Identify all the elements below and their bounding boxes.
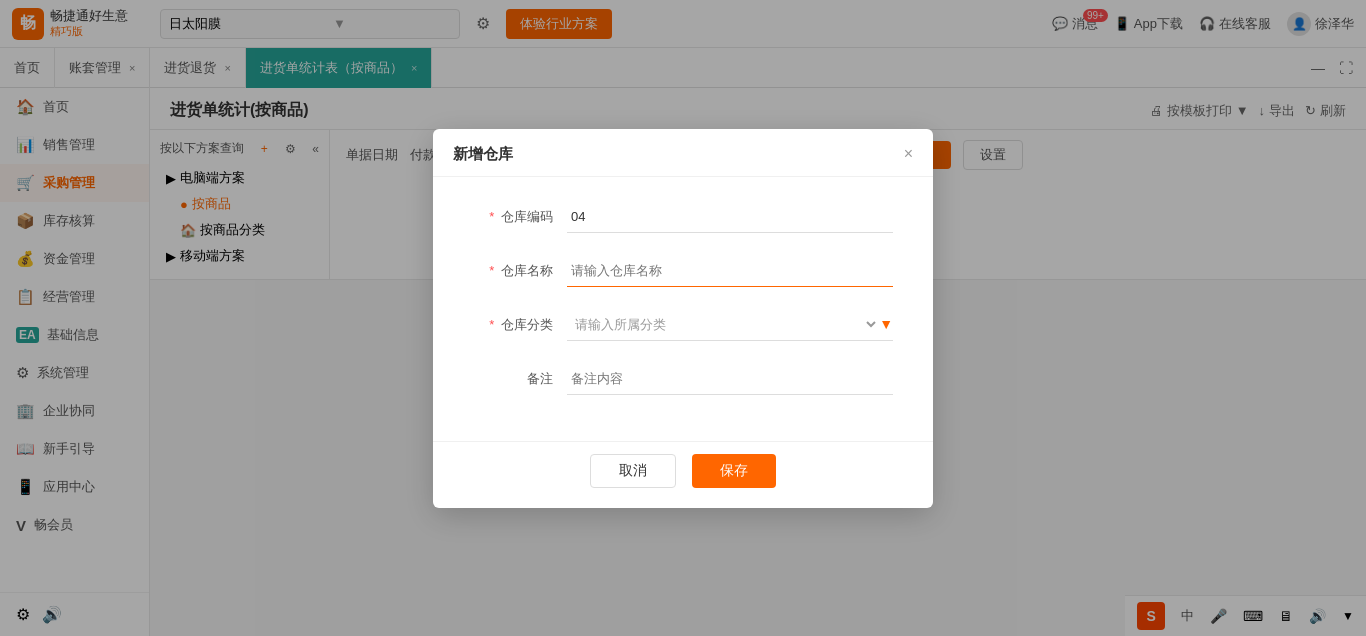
warehouse-code-input[interactable] [567, 201, 893, 233]
warehouse-category-select[interactable]: 请输入所属分类 [567, 308, 879, 340]
remark-label: 备注 [473, 370, 553, 388]
modal-header: 新增仓库 × [433, 129, 933, 177]
form-row-category: * 仓库分类 请输入所属分类 ▼ [473, 309, 893, 341]
category-dropdown-icon: ▼ [879, 316, 893, 332]
warehouse-category-label: * 仓库分类 [473, 316, 553, 334]
form-row-remark: 备注 [473, 363, 893, 395]
form-row-code: * 仓库编码 [473, 201, 893, 233]
form-row-name: * 仓库名称 [473, 255, 893, 287]
warehouse-category-select-wrapper: 请输入所属分类 ▼ [567, 309, 893, 341]
modal-body: * 仓库编码 * 仓库名称 * 仓库分类 [433, 177, 933, 441]
modal-footer: 取消 保存 [433, 441, 933, 508]
save-button[interactable]: 保存 [692, 454, 776, 488]
warehouse-name-label: * 仓库名称 [473, 262, 553, 280]
modal-title: 新增仓库 [453, 145, 513, 164]
modal-overlay[interactable]: 新增仓库 × * 仓库编码 * 仓库名称 [0, 0, 1366, 636]
modal-close-button[interactable]: × [904, 145, 913, 163]
warehouse-name-input[interactable] [567, 255, 893, 287]
cancel-button[interactable]: 取消 [590, 454, 676, 488]
warehouse-modal: 新增仓库 × * 仓库编码 * 仓库名称 [433, 129, 933, 508]
remark-input[interactable] [567, 363, 893, 395]
warehouse-code-label: * 仓库编码 [473, 208, 553, 226]
